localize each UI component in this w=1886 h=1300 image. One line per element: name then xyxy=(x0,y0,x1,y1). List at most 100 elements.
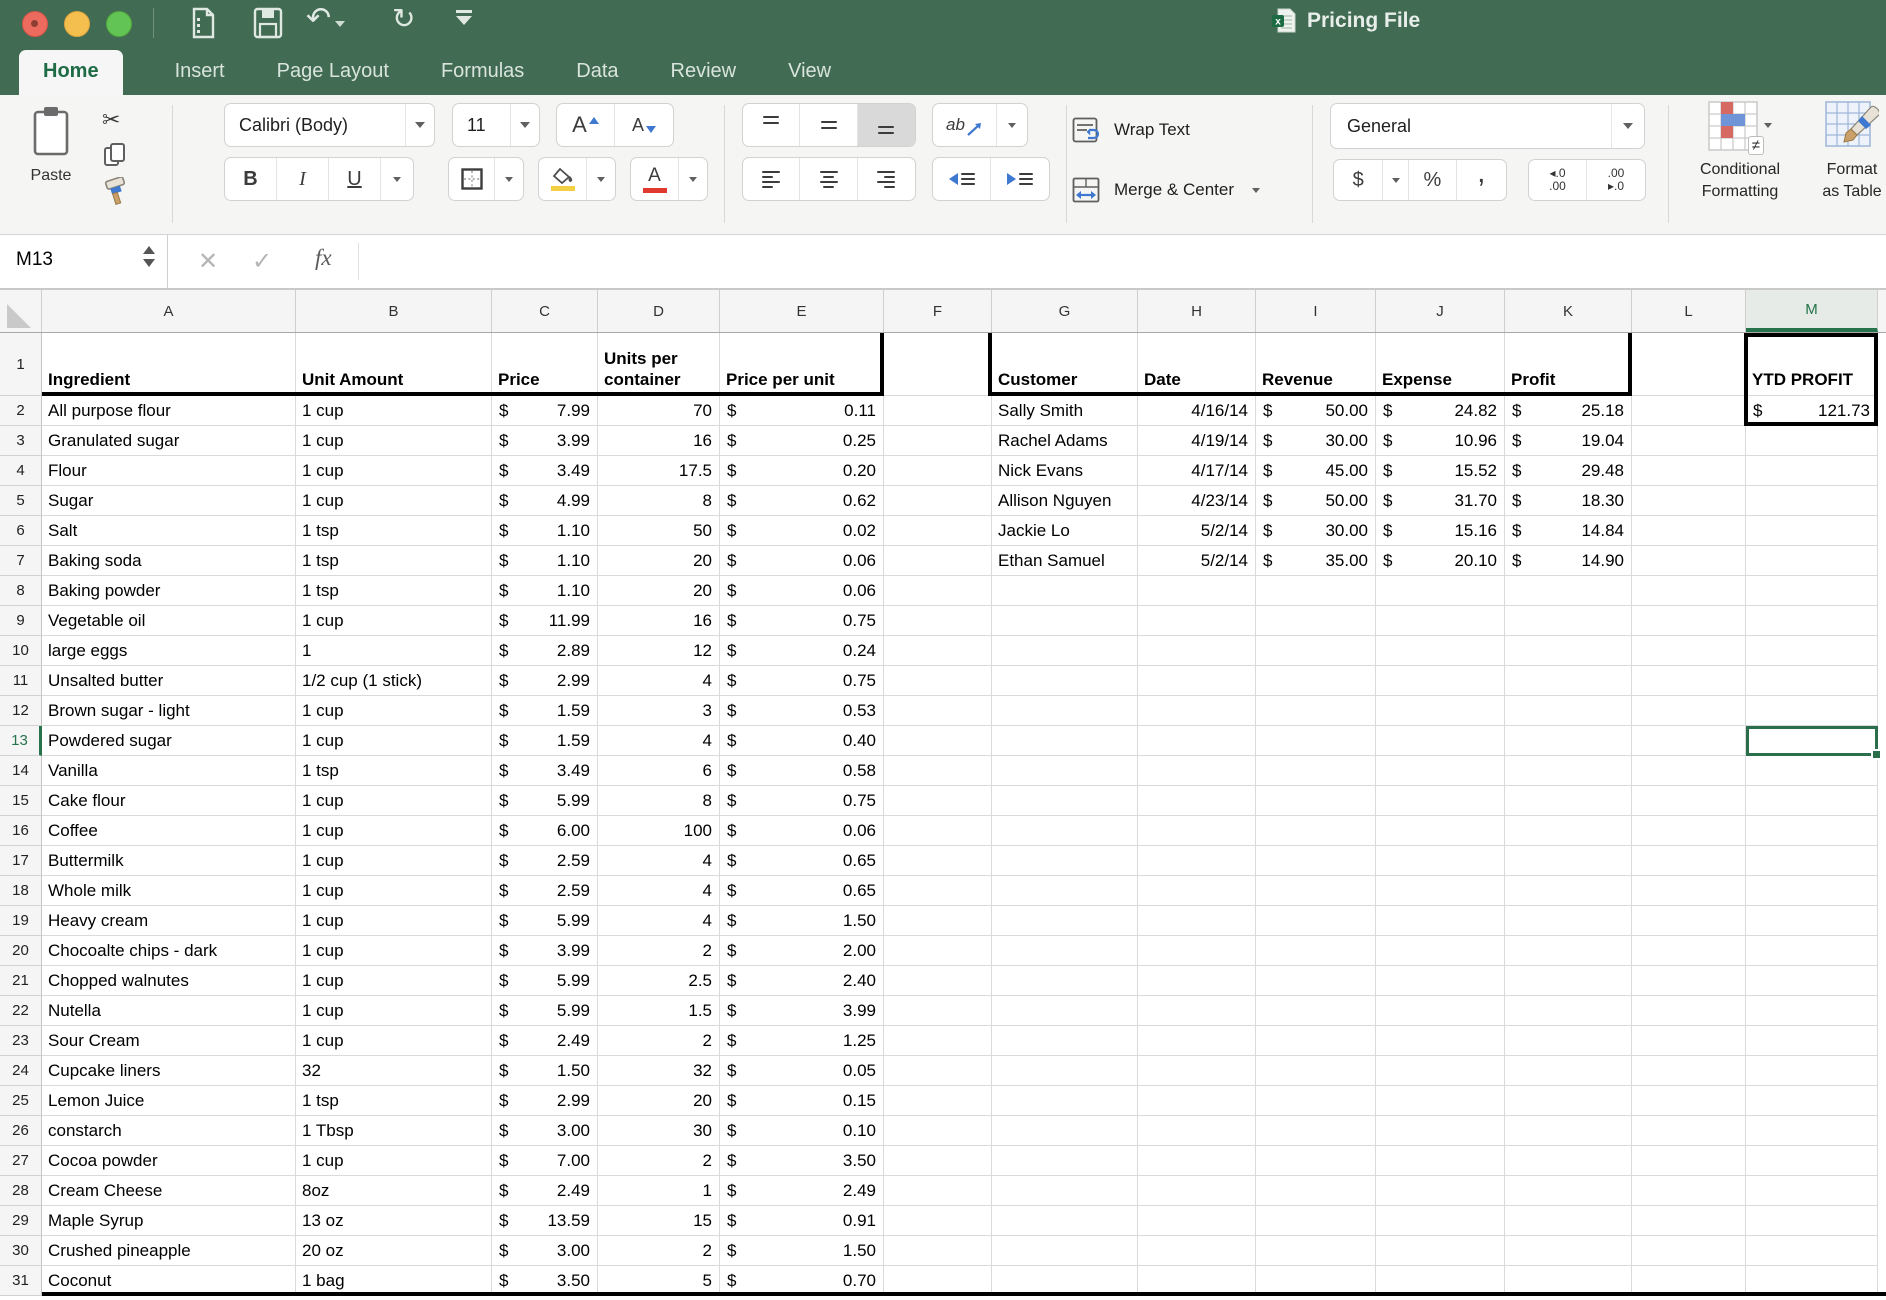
cell-B22[interactable]: 1 cup xyxy=(296,996,492,1026)
cell-K11[interactable] xyxy=(1505,666,1632,696)
cell-B17[interactable]: 1 cup xyxy=(296,846,492,876)
increase-indent-button[interactable] xyxy=(991,158,1049,200)
row-header-30[interactable]: 30 xyxy=(0,1236,42,1266)
cell-A10[interactable]: large eggs xyxy=(42,636,296,666)
cell-M17[interactable] xyxy=(1746,846,1878,876)
cell-E13[interactable]: $0.40 xyxy=(720,726,884,756)
cell-G26[interactable] xyxy=(992,1116,1138,1146)
cell-L21[interactable] xyxy=(1632,966,1746,996)
cell-G7[interactable]: Ethan Samuel xyxy=(992,546,1138,576)
cell-G17[interactable] xyxy=(992,846,1138,876)
cell-D7[interactable]: 20 xyxy=(598,546,720,576)
cell-G27[interactable] xyxy=(992,1146,1138,1176)
insert-function-icon[interactable]: fx xyxy=(315,245,332,271)
cell-K22[interactable] xyxy=(1505,996,1632,1026)
column-header-K[interactable]: K xyxy=(1505,290,1632,332)
cell-K5[interactable]: $18.30 xyxy=(1505,486,1632,516)
cell-E7[interactable]: $0.06 xyxy=(720,546,884,576)
cell-F19[interactable] xyxy=(884,906,992,936)
percent-format-button[interactable]: % xyxy=(1409,160,1456,200)
cell-D23[interactable]: 2 xyxy=(598,1026,720,1056)
row-header-26[interactable]: 26 xyxy=(0,1116,42,1146)
cell-A15[interactable]: Cake flour xyxy=(42,786,296,816)
cell-D8[interactable]: 20 xyxy=(598,576,720,606)
cell-J22[interactable] xyxy=(1376,996,1505,1026)
cell-H24[interactable] xyxy=(1138,1056,1256,1086)
cell-K3[interactable]: $19.04 xyxy=(1505,426,1632,456)
cell-E6[interactable]: $0.02 xyxy=(720,516,884,546)
cell-M7[interactable] xyxy=(1746,546,1878,576)
cell-I28[interactable] xyxy=(1256,1176,1376,1206)
increase-font-size-button[interactable]: A xyxy=(557,104,615,146)
paste-button[interactable]: Paste xyxy=(18,105,84,185)
cell-E8[interactable]: $0.06 xyxy=(720,576,884,606)
cell-L24[interactable] xyxy=(1632,1056,1746,1086)
cell-A30[interactable]: Crushed pineapple xyxy=(42,1236,296,1266)
fill-handle[interactable] xyxy=(1871,749,1882,760)
cell-D15[interactable]: 8 xyxy=(598,786,720,816)
row-header-28[interactable]: 28 xyxy=(0,1176,42,1206)
cell-E16[interactable]: $0.06 xyxy=(720,816,884,846)
row-header-16[interactable]: 16 xyxy=(0,816,42,846)
cell-G3[interactable]: Rachel Adams xyxy=(992,426,1138,456)
cell-K18[interactable] xyxy=(1505,876,1632,906)
cell-I20[interactable] xyxy=(1256,936,1376,966)
cell-F6[interactable] xyxy=(884,516,992,546)
cell-I30[interactable] xyxy=(1256,1236,1376,1266)
cell-E19[interactable]: $1.50 xyxy=(720,906,884,936)
cell-M26[interactable] xyxy=(1746,1116,1878,1146)
cell-G16[interactable] xyxy=(992,816,1138,846)
cancel-icon[interactable]: ✕ xyxy=(198,247,218,276)
cell-C24[interactable]: $1.50 xyxy=(492,1056,598,1086)
cell-E30[interactable]: $1.50 xyxy=(720,1236,884,1266)
cell-K30[interactable] xyxy=(1505,1236,1632,1266)
cell-B8[interactable]: 1 tsp xyxy=(296,576,492,606)
cell-J11[interactable] xyxy=(1376,666,1505,696)
cell-M20[interactable] xyxy=(1746,936,1878,966)
cell-C14[interactable]: $3.49 xyxy=(492,756,598,786)
cell-M30[interactable] xyxy=(1746,1236,1878,1266)
cell-L30[interactable] xyxy=(1632,1236,1746,1266)
cell-K2[interactable]: $25.18 xyxy=(1505,396,1632,426)
cell-L28[interactable] xyxy=(1632,1176,1746,1206)
cell-J16[interactable] xyxy=(1376,816,1505,846)
cell-M16[interactable] xyxy=(1746,816,1878,846)
cell-C21[interactable]: $5.99 xyxy=(492,966,598,996)
cell-K23[interactable] xyxy=(1505,1026,1632,1056)
cell-E15[interactable]: $0.75 xyxy=(720,786,884,816)
column-header-M[interactable]: M xyxy=(1746,290,1878,332)
row-header-3[interactable]: 3 xyxy=(0,426,42,456)
cell-K28[interactable] xyxy=(1505,1176,1632,1206)
cell-L27[interactable] xyxy=(1632,1146,1746,1176)
row-header-21[interactable]: 21 xyxy=(0,966,42,996)
cell-I14[interactable] xyxy=(1256,756,1376,786)
font-size-select[interactable]: 11 xyxy=(452,103,540,147)
cell-J24[interactable] xyxy=(1376,1056,1505,1086)
cell-E20[interactable]: $2.00 xyxy=(720,936,884,966)
cell-K15[interactable] xyxy=(1505,786,1632,816)
cell-M19[interactable] xyxy=(1746,906,1878,936)
cell-H9[interactable] xyxy=(1138,606,1256,636)
orientation-dropdown-icon[interactable] xyxy=(997,104,1027,146)
cell-J15[interactable] xyxy=(1376,786,1505,816)
cell-D4[interactable]: 17.5 xyxy=(598,456,720,486)
cell-I16[interactable] xyxy=(1256,816,1376,846)
cell-L17[interactable] xyxy=(1632,846,1746,876)
cell-J25[interactable] xyxy=(1376,1086,1505,1116)
cell-D11[interactable]: 4 xyxy=(598,666,720,696)
cell-H27[interactable] xyxy=(1138,1146,1256,1176)
cell-A7[interactable]: Baking soda xyxy=(42,546,296,576)
row-header-2[interactable]: 2 xyxy=(0,396,42,426)
cell-H8[interactable] xyxy=(1138,576,1256,606)
cell-H2[interactable]: 4/16/14 xyxy=(1138,396,1256,426)
cell-B25[interactable]: 1 tsp xyxy=(296,1086,492,1116)
cell-L6[interactable] xyxy=(1632,516,1746,546)
row-header-10[interactable]: 10 xyxy=(0,636,42,666)
tab-data[interactable]: Data xyxy=(576,50,618,95)
cell-C5[interactable]: $4.99 xyxy=(492,486,598,516)
cell-G4[interactable]: Nick Evans xyxy=(992,456,1138,486)
cell-H29[interactable] xyxy=(1138,1206,1256,1236)
cell-G8[interactable] xyxy=(992,576,1138,606)
cell-E11[interactable]: $0.75 xyxy=(720,666,884,696)
cell-F30[interactable] xyxy=(884,1236,992,1266)
